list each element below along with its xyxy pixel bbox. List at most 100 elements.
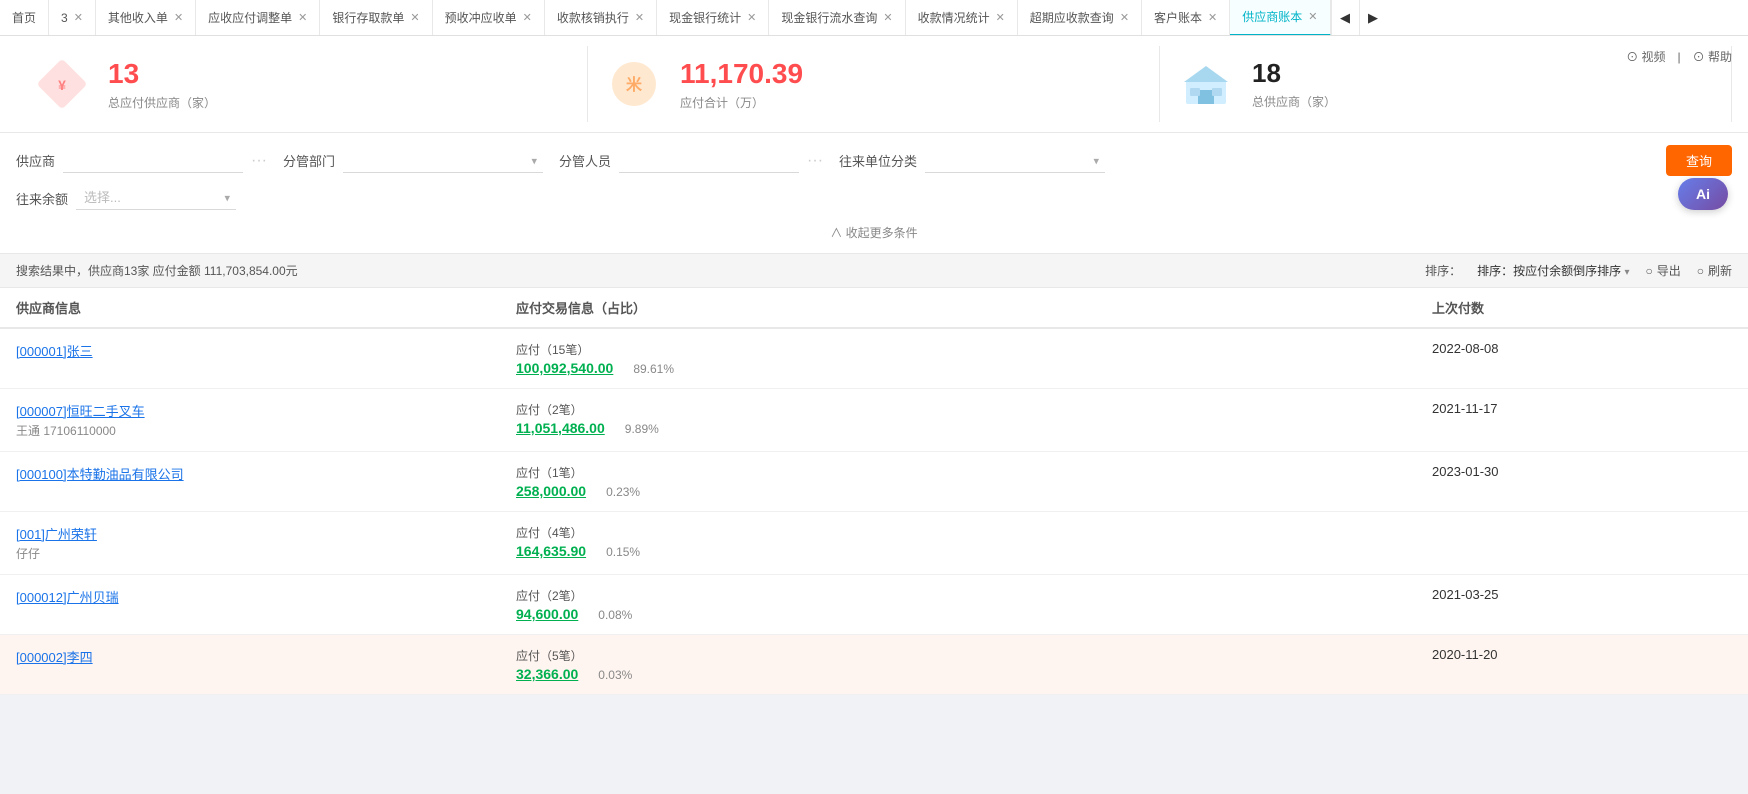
filter-area: 供应商 ··· 分管部门 ▾ 分管人员 ··· 往来单位分类 ▾ 查询 [0,133,1748,254]
nav-tab-other-income[interactable]: 其他收入单 ✕ [96,0,196,36]
nav-tab-prepay-label: 预收冲应收单 [445,9,517,26]
nav-tab-receipt-stat[interactable]: 收款情况统计 ✕ [906,0,1018,36]
stat-payable-total-number: 11,170.39 [680,57,803,91]
last-pay-1: 2021-11-17 [1432,401,1732,416]
tx-amount-2[interactable]: 258,000.00 [516,483,586,499]
balance-filter-label: 往来余额 [16,189,68,208]
tx-label-1: 应付（2笔） [516,401,1432,418]
supplier-sub-1: 王通 17106110000 [16,422,516,439]
close-icon[interactable]: ✕ [747,11,756,24]
close-icon[interactable]: ✕ [298,11,307,24]
export-icon: ○ [1645,264,1652,278]
category-filter-label: 往来单位分类 [839,151,917,170]
nav-tab-supplier-label: 供应商账本 [1242,8,1302,25]
help-link[interactable]: ⊙ 帮助 [1693,48,1732,65]
balance-input[interactable] [76,186,236,210]
header-actions: ⊙ 视频 | ⊙ 帮助 [1626,48,1732,65]
nav-tab-collection-label: 收款核销执行 [557,9,629,26]
supplier-link-3[interactable]: [001]广州荣轩 [16,527,97,542]
sort-value[interactable]: 排序：按应付余额倒序排序 ▾ [1477,262,1629,279]
close-icon[interactable]: ✕ [996,11,1005,24]
nav-tab-overdue-label: 超期应收款查询 [1030,9,1114,26]
query-button[interactable]: 查询 [1666,145,1732,176]
top-nav: 首页 3 ✕ 其他收入单 ✕ 应收应付调整单 ✕ 银行存取款单 ✕ 预收冲应收单… [0,0,1748,36]
tx-amount-0[interactable]: 100,092,540.00 [516,360,613,376]
nav-tab-supplier[interactable]: 供应商账本 ✕ [1230,0,1330,36]
tx-amount-1[interactable]: 11,051,486.00 [516,420,605,436]
nav-tab-adjust[interactable]: 应收应付调整单 ✕ [196,0,320,36]
sort-chevron-icon: ▾ [1624,267,1629,278]
stat-payable-total-label: 应付合计（万） [680,94,803,111]
person-filter-label: 分管人员 [559,151,611,170]
tx-amount-4[interactable]: 94,600.00 [516,606,578,622]
close-icon[interactable]: ✕ [74,11,83,24]
nav-tab-cash-stat[interactable]: 现金银行统计 ✕ [657,0,769,36]
nav-tab-collection[interactable]: 收款核销执行 ✕ [545,0,657,36]
tx-label-3: 应付（4笔） [516,524,1432,541]
dept-input[interactable] [343,149,543,173]
table-row: [000007]恒旺二手叉车 王通 17106110000 应付（2笔） 11,… [0,389,1748,452]
nav-tab-other-income-label: 其他收入单 [108,9,168,26]
video-link[interactable]: ⊙ 视频 [1626,48,1665,65]
tx-amount-5[interactable]: 32,366.00 [516,666,578,682]
nav-tab-cash-flow[interactable]: 现金银行流水查询 ✕ [769,0,905,36]
close-icon[interactable]: ✕ [410,11,419,24]
nav-tab-bank-label: 银行存取款单 [332,9,404,26]
table-row: [000001]张三 应付（15笔） 100,092,540.00 89.61%… [0,329,1748,389]
category-select-wrap: ▾ [925,149,1105,173]
balance-select-wrap: ▾ [76,186,236,210]
close-icon[interactable]: ✕ [1208,11,1217,24]
close-icon[interactable]: ✕ [174,11,183,24]
supplier-input[interactable] [63,149,243,173]
tx-info-1: 应付（2笔） 11,051,486.00 9.89% [516,401,1432,436]
supplier-link-0[interactable]: [000001]张三 [16,344,93,359]
tx-percent-4: 0.08% [598,608,632,622]
nav-right-arrow[interactable]: ▶ [1359,0,1387,36]
tx-percent-2: 0.23% [606,485,640,499]
close-icon[interactable]: ✕ [1120,11,1129,24]
close-icon[interactable]: ✕ [1308,10,1317,23]
collapse-bar[interactable]: ∧ 收起更多条件 [16,220,1732,245]
category-input[interactable] [925,149,1105,173]
stat-total-suppliers-number: 18 [1252,58,1336,89]
export-button[interactable]: ○ 导出 [1645,262,1680,279]
diamond-icon: ¥ [32,54,92,114]
nav-tab-customer-label: 客户账本 [1154,9,1202,26]
stat-card-payable-suppliers: ¥ 13 总应付供应商（家） [16,46,588,122]
nav-tab-overdue[interactable]: 超期应收款查询 ✕ [1018,0,1142,36]
supplier-link-2[interactable]: [000100]本特勤油品有限公司 [16,467,184,482]
table-row: [000100]本特勤油品有限公司 应付（1笔） 258,000.00 0.23… [0,452,1748,512]
table-row: [000012]广州贝瑞 应付（2笔） 94,600.00 0.08% 2021… [0,575,1748,635]
tx-info-5: 应付（5笔） 32,366.00 0.03% [516,647,1432,682]
person-input[interactable] [619,149,799,173]
supplier-link-5[interactable]: [000002]李四 [16,650,93,665]
ai-button[interactable]: Ai [1678,178,1728,210]
supplier-link-4[interactable]: [000012]广州贝瑞 [16,590,119,605]
supplier-link-1[interactable]: [000007]恒旺二手叉车 [16,404,145,419]
nav-left-arrow[interactable]: ◀ [1331,0,1359,36]
nav-tab-bank[interactable]: 银行存取款单 ✕ [320,0,432,36]
tx-info-2: 应付（1笔） 258,000.00 0.23% [516,464,1432,499]
supplier-info-4: [000012]广州贝瑞 [16,587,516,606]
tx-label-0: 应付（15笔） [516,341,1432,358]
table-row: [001]广州荣轩 仔仔 应付（4笔） 164,635.90 0.15% [0,512,1748,575]
person-dots-icon[interactable]: ··· [807,152,823,170]
nav-tab-customer[interactable]: 客户账本 ✕ [1142,0,1230,36]
close-icon[interactable]: ✕ [523,11,532,24]
nav-tab-home[interactable]: 首页 [0,0,49,36]
tx-row-2: 258,000.00 0.23% [516,481,1432,499]
tx-amount-3[interactable]: 164,635.90 [516,543,586,559]
refresh-icon: ○ [1697,264,1704,278]
close-icon[interactable]: ✕ [883,11,892,24]
nav-tab-cash-stat-label: 现金银行统计 [669,9,741,26]
filter-dept: 分管部门 ▾ [283,149,543,173]
nav-tab-3[interactable]: 3 ✕ [49,0,96,36]
tx-label-4: 应付（2笔） [516,587,1432,604]
close-icon[interactable]: ✕ [635,11,644,24]
stat-card-payable-total: 米 11,170.39 应付合计（万） [588,46,1160,122]
supplier-dots-icon[interactable]: ··· [251,152,267,170]
collapse-text: ∧ 收起更多条件 [830,226,917,240]
nav-tab-cash-flow-label: 现金银行流水查询 [781,9,877,26]
nav-tab-prepay[interactable]: 预收冲应收单 ✕ [433,0,545,36]
refresh-button[interactable]: ○ 刷新 [1697,262,1732,279]
